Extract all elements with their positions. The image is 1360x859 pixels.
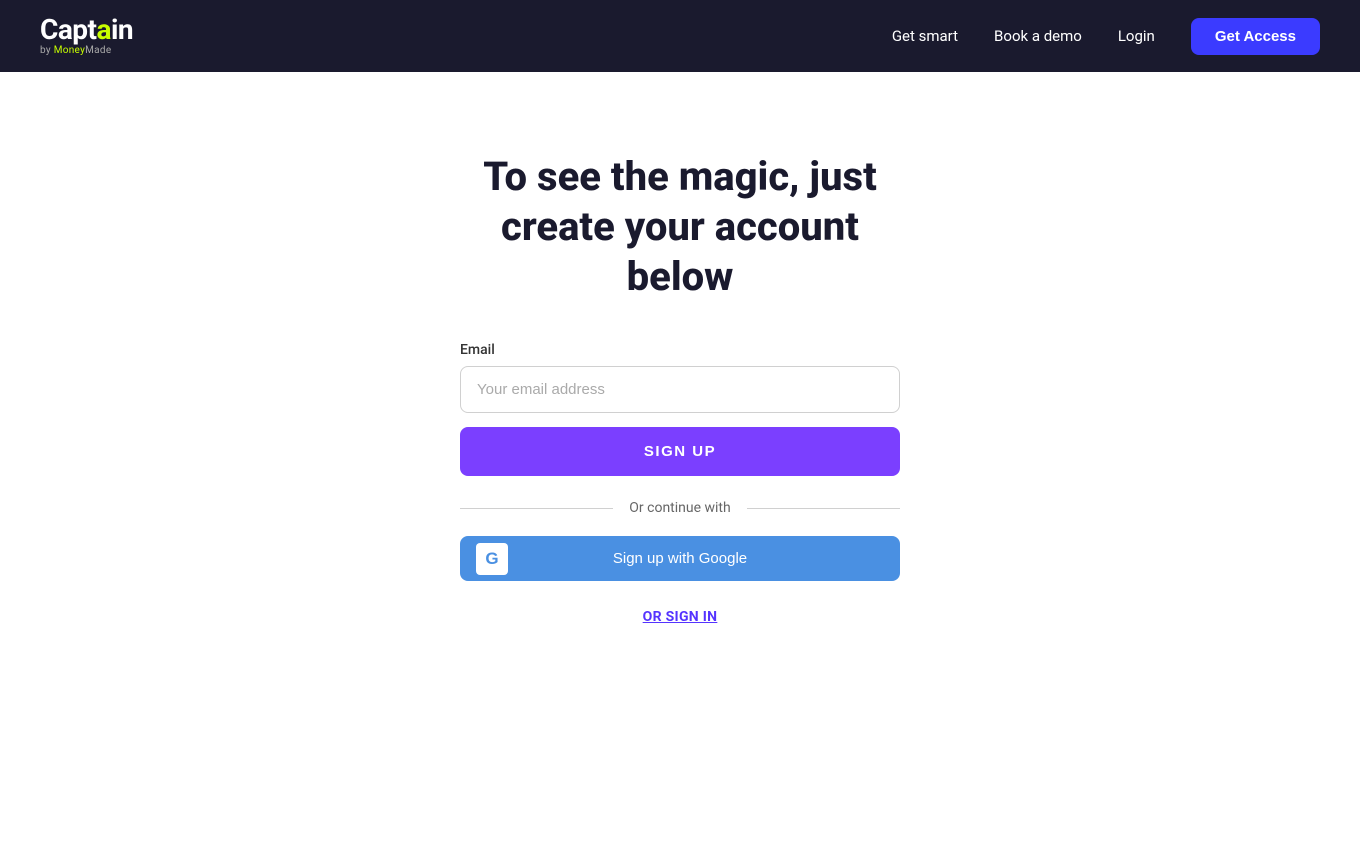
divider-line-left (460, 508, 613, 509)
divider: Or continue with (460, 500, 900, 516)
logo-a: a (97, 13, 111, 46)
nav-login[interactable]: Login (1118, 27, 1155, 45)
logo-text: Captain (40, 16, 133, 44)
get-access-button[interactable]: Get Access (1191, 18, 1320, 55)
nav-links: Get smart Book a demo Login Get Access (892, 18, 1320, 55)
google-signup-button[interactable]: G Sign up with Google (460, 536, 900, 581)
or-signin-link[interactable]: OR SIGN IN (460, 609, 900, 625)
google-icon: G (476, 543, 508, 575)
logo-subtitle: by MoneyMade (40, 46, 133, 56)
google-btn-label: Sign up with Google (613, 550, 747, 567)
divider-line-right (747, 508, 900, 509)
nav-get-smart[interactable]: Get smart (892, 27, 958, 45)
signup-button[interactable]: SIGN UP (460, 427, 900, 476)
main-content: To see the magic, just create your accou… (0, 72, 1360, 625)
logo-in: in (111, 13, 133, 46)
logo-capt: Capt (40, 13, 97, 46)
divider-text: Or continue with (629, 500, 730, 516)
email-label: Email (460, 342, 900, 358)
nav-book-demo[interactable]: Book a demo (994, 27, 1082, 45)
signup-form: Email SIGN UP Or continue with G Sign up… (460, 342, 900, 625)
page-headline: To see the magic, just create your accou… (483, 152, 877, 302)
logo: Captain by MoneyMade (40, 16, 133, 56)
navbar: Captain by MoneyMade Get smart Book a de… (0, 0, 1360, 72)
email-input[interactable] (460, 366, 900, 413)
google-g-letter: G (485, 549, 498, 569)
